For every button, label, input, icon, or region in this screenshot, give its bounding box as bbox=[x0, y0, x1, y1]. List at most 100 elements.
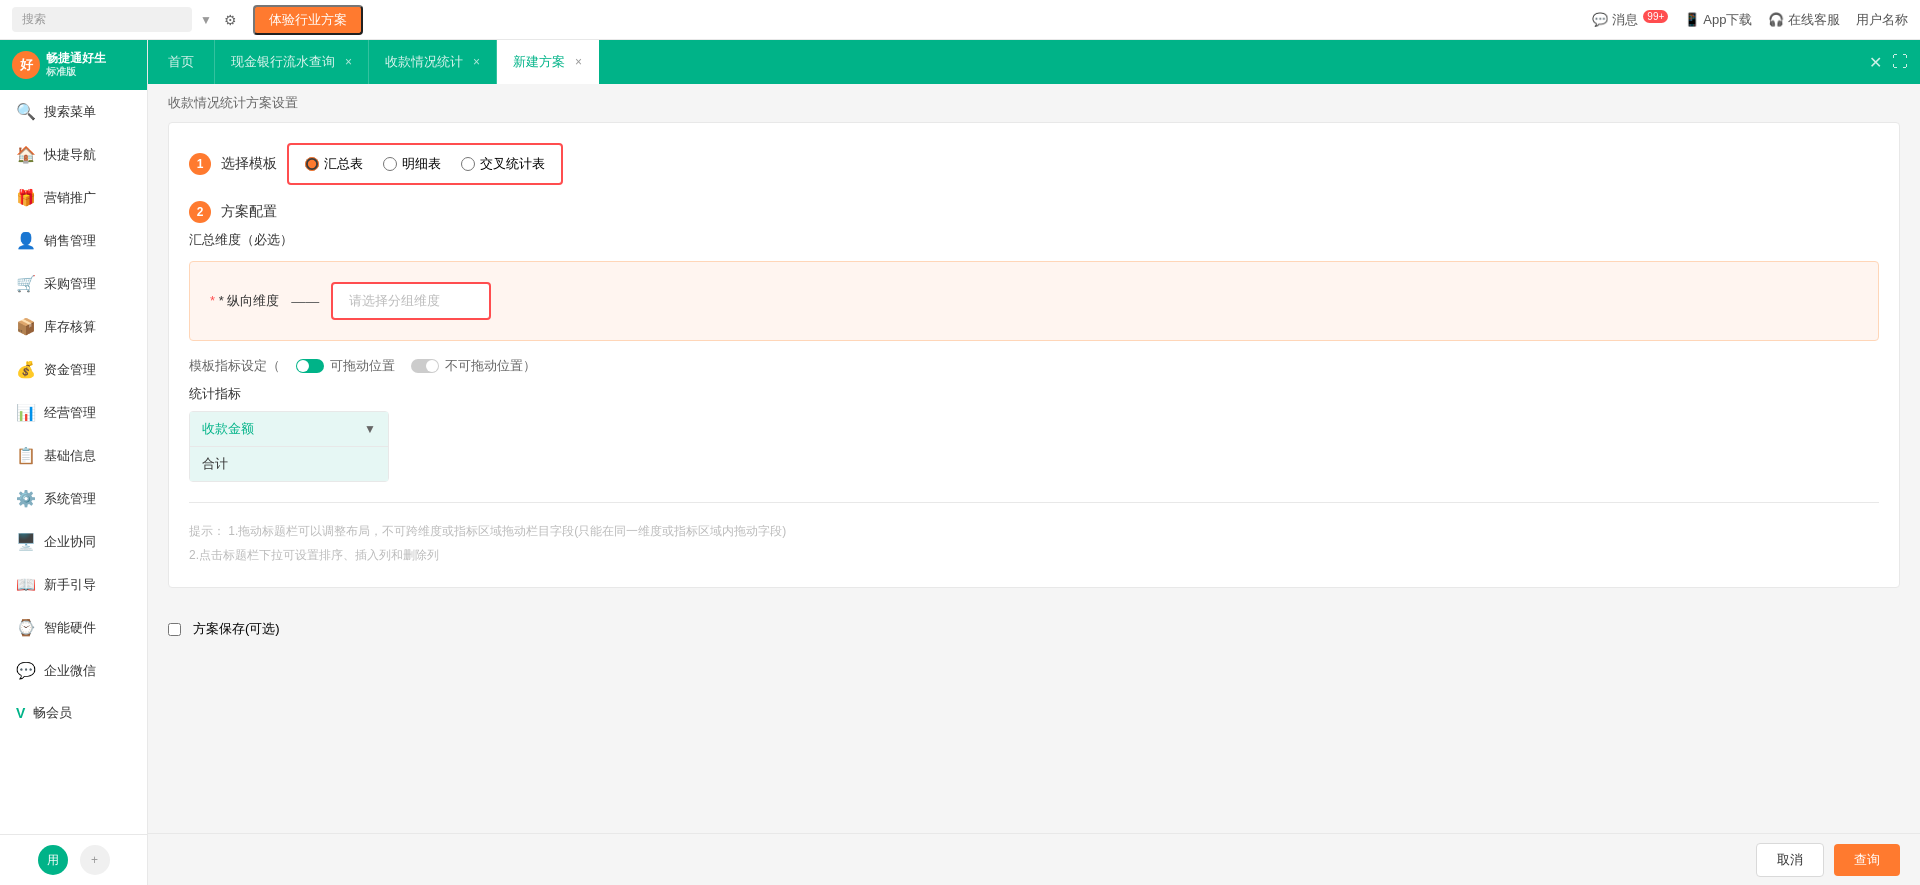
app-download-item[interactable]: 📱 App下载 bbox=[1684, 11, 1752, 29]
sidebar-item-finance[interactable]: 💰 资金管理 bbox=[0, 348, 147, 391]
sidebar-item-inventory[interactable]: 📦 库存核算 bbox=[0, 305, 147, 348]
tab-bank-flow[interactable]: 现金银行流水查询 × bbox=[215, 40, 369, 84]
dropdown-arrow-icon[interactable]: ▼ bbox=[200, 13, 212, 27]
radio-group-template: 汇总表 明细表 交叉统计表 bbox=[305, 155, 545, 173]
sidebar-item-sales[interactable]: 👤 销售管理 bbox=[0, 219, 147, 262]
sidebar-item-wechat[interactable]: 💬 企业微信 bbox=[0, 649, 147, 692]
sidebar-item-basic-info[interactable]: 📋 基础信息 bbox=[0, 434, 147, 477]
chevron-down-icon: ▼ bbox=[364, 422, 376, 436]
cancel-button[interactable]: 取消 bbox=[1756, 843, 1824, 877]
tab-close-receipt-stats[interactable]: × bbox=[473, 55, 480, 69]
radio-detail-input[interactable] bbox=[383, 157, 397, 171]
hint-2: 2.点击标题栏下拉可设置排序、插入列和删除列 bbox=[189, 543, 1879, 567]
draggable-toggle-switch[interactable] bbox=[296, 359, 324, 373]
sidebar-item-marketing[interactable]: 🎁 营销推广 bbox=[0, 176, 147, 219]
sidebar-item-purchase[interactable]: 🛒 采购管理 bbox=[0, 262, 147, 305]
required-mark: * bbox=[210, 293, 219, 308]
radio-detail[interactable]: 明细表 bbox=[383, 155, 441, 173]
save-section: 方案保存(可选) bbox=[148, 608, 1920, 650]
non-draggable-knob bbox=[426, 360, 438, 372]
sidebar-extra-icon[interactable]: + bbox=[80, 845, 110, 875]
sidebar-item-member[interactable]: V 畅会员 bbox=[0, 692, 147, 734]
metrics-setting-label: 模板指标设定（ bbox=[189, 357, 280, 375]
settings-icon[interactable]: ⚙ bbox=[224, 12, 237, 28]
content-area: 首页 现金银行流水查询 × 收款情况统计 × 新建方案 × ✕ ⛶ 收款情况统计… bbox=[148, 40, 1920, 885]
sidebar-item-system[interactable]: ⚙️ 系统管理 bbox=[0, 477, 147, 520]
stats-label: 统计指标 bbox=[189, 385, 1879, 403]
hint-1: 提示： 1.拖动标题栏可以调整布局，不可跨维度或指标区域拖动栏目字段(只能在同一… bbox=[189, 519, 1879, 543]
sales-icon: 👤 bbox=[16, 231, 36, 250]
sidebar-item-guide[interactable]: 📖 新手引导 bbox=[0, 563, 147, 606]
tab-bar: 首页 现金银行流水查询 × 收款情况统计 × 新建方案 × ✕ ⛶ bbox=[148, 40, 1920, 84]
user-avatar[interactable]: 用 bbox=[38, 845, 68, 875]
trial-button[interactable]: 体验行业方案 bbox=[253, 5, 363, 35]
metrics-table: 收款金额 ▼ 合计 bbox=[189, 411, 389, 482]
radio-summary[interactable]: 汇总表 bbox=[305, 155, 363, 173]
step2-number: 2 bbox=[189, 201, 211, 223]
metrics-label-row: 模板指标设定（ 可拖动位置 不可拖动位置） bbox=[189, 357, 1879, 375]
search-bar[interactable]: 搜索 bbox=[12, 7, 192, 32]
sidebar-item-enterprise[interactable]: 🖥️ 企业协同 bbox=[0, 520, 147, 563]
sidebar-item-search-menu[interactable]: 🔍 搜索菜单 bbox=[0, 90, 147, 133]
sidebar-item-operations[interactable]: 📊 经营管理 bbox=[0, 391, 147, 434]
save-label: 方案保存(可选) bbox=[193, 620, 280, 638]
metrics-table-header[interactable]: 收款金额 ▼ bbox=[190, 412, 388, 447]
tab-close-bank-flow[interactable]: × bbox=[345, 55, 352, 69]
tab-receipt-stats[interactable]: 收款情况统计 × bbox=[369, 40, 497, 84]
search-menu-icon: 🔍 bbox=[16, 102, 36, 121]
toggle-knob bbox=[297, 360, 309, 372]
quick-nav-icon: 🏠 bbox=[16, 145, 36, 164]
logo-sub: 标准版 bbox=[46, 65, 106, 79]
operations-icon: 📊 bbox=[16, 403, 36, 422]
tab-new-plan[interactable]: 新建方案 × bbox=[497, 40, 599, 84]
sidebar-item-quick-nav[interactable]: 🏠 快捷导航 bbox=[0, 133, 147, 176]
finance-icon: 💰 bbox=[16, 360, 36, 379]
non-draggable-toggle[interactable]: 不可拖动位置） bbox=[411, 357, 536, 375]
online-support-item[interactable]: 🎧 在线客服 bbox=[1768, 11, 1840, 29]
basic-info-icon: 📋 bbox=[16, 446, 36, 465]
breadcrumb: 收款情况统计方案设置 bbox=[148, 84, 1920, 122]
main-layout: 好 畅捷通好生 标准版 🔍 搜索菜单 🏠 快捷导航 🎁 营销推广 👤 销售管理 … bbox=[0, 40, 1920, 885]
tab-home[interactable]: 首页 bbox=[148, 40, 215, 84]
dimension-area: * * 纵向维度 —— 请选择分组维度 bbox=[189, 261, 1879, 341]
message-badge: 99+ bbox=[1643, 10, 1668, 23]
guide-icon: 📖 bbox=[16, 575, 36, 594]
purchase-icon: 🛒 bbox=[16, 274, 36, 293]
metrics-table-row: 合计 bbox=[190, 447, 388, 481]
sidebar: 好 畅捷通好生 标准版 🔍 搜索菜单 🏠 快捷导航 🎁 营销推广 👤 销售管理 … bbox=[0, 40, 148, 885]
save-checkbox[interactable] bbox=[168, 623, 181, 636]
step1-title: 选择模板 bbox=[221, 155, 277, 173]
radio-cross[interactable]: 交叉统计表 bbox=[461, 155, 545, 173]
draggable-label: 可拖动位置 bbox=[330, 357, 395, 375]
query-button[interactable]: 查询 bbox=[1834, 844, 1900, 876]
step2-title: 方案配置 bbox=[221, 203, 277, 221]
draggable-toggle[interactable]: 可拖动位置 bbox=[296, 357, 395, 375]
member-icon: V bbox=[16, 705, 25, 721]
message-item[interactable]: 💬 消息 99+ bbox=[1592, 11, 1668, 29]
step2-header: 2 方案配置 bbox=[189, 201, 1879, 223]
tab-right-controls: ✕ ⛶ bbox=[1857, 40, 1920, 84]
logo-text: 畅捷通好生 bbox=[46, 51, 106, 65]
non-draggable-toggle-switch[interactable] bbox=[411, 359, 439, 373]
tab-close-icon[interactable]: ✕ bbox=[1869, 53, 1882, 72]
tab-expand-icon[interactable]: ⛶ bbox=[1892, 53, 1908, 71]
user-name[interactable]: 用户名称 bbox=[1856, 11, 1908, 29]
metrics-section: 模板指标设定（ 可拖动位置 不可拖动位置） bbox=[189, 357, 1879, 482]
dimension-select[interactable]: 请选择分组维度 bbox=[331, 282, 491, 320]
hardware-icon: ⌚ bbox=[16, 618, 36, 637]
radio-cross-input[interactable] bbox=[461, 157, 475, 171]
vertical-label: * * 纵向维度 bbox=[210, 292, 279, 310]
main-card: 1 选择模板 汇总表 明细表 bbox=[168, 122, 1900, 588]
logo-text-group: 畅捷通好生 标准版 bbox=[46, 51, 106, 79]
top-header: 搜索 ▼ ⚙ 体验行业方案 💬 消息 99+ 📱 App下载 🎧 在线客服 用户… bbox=[0, 0, 1920, 40]
sidebar-item-hardware[interactable]: ⌚ 智能硬件 bbox=[0, 606, 147, 649]
tab-close-new-plan[interactable]: × bbox=[575, 55, 582, 69]
enterprise-icon: 🖥️ bbox=[16, 532, 36, 551]
sidebar-logo: 好 畅捷通好生 标准版 bbox=[0, 40, 147, 90]
footer-bar: 取消 查询 bbox=[148, 833, 1920, 885]
inventory-icon: 📦 bbox=[16, 317, 36, 336]
step1-number: 1 bbox=[189, 153, 211, 175]
template-selection-box: 汇总表 明细表 交叉统计表 bbox=[287, 143, 563, 185]
logo-icon: 好 bbox=[12, 51, 40, 79]
radio-summary-input[interactable] bbox=[305, 157, 319, 171]
